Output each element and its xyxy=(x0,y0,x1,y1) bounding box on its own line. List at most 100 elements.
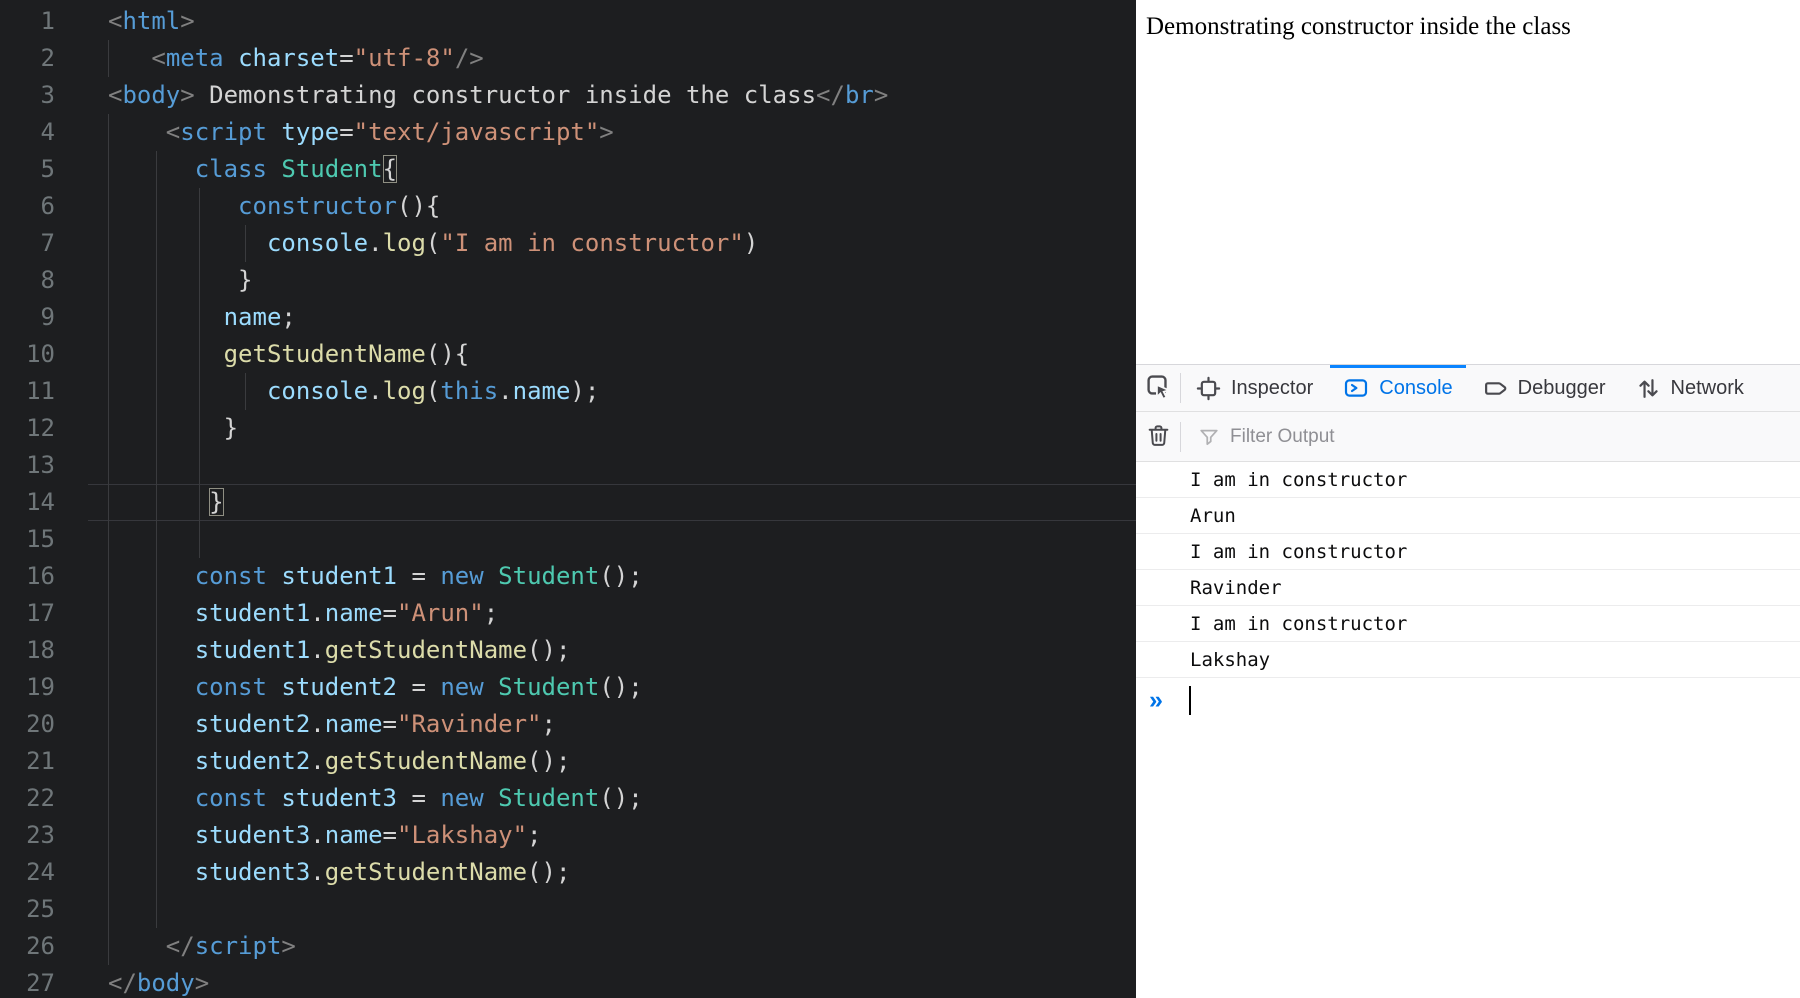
code-line-26[interactable]: 26 </script> xyxy=(0,928,1136,965)
indent-guide xyxy=(108,373,109,410)
indent-guide xyxy=(156,262,157,299)
code-line-5[interactable]: 5 class Student{ xyxy=(0,151,1136,188)
code-text: getStudentName(){ xyxy=(108,336,469,373)
code-line-17[interactable]: 17 student1.name="Arun"; xyxy=(0,595,1136,632)
code-line-6[interactable]: 6 constructor(){ xyxy=(0,188,1136,225)
indent-guide xyxy=(156,410,157,447)
line-number[interactable]: 13 xyxy=(0,447,55,484)
code-line-3[interactable]: 3<body> Demonstrating constructor inside… xyxy=(0,77,1136,114)
line-number[interactable]: 15 xyxy=(0,521,55,558)
tab-debugger[interactable]: Debugger xyxy=(1470,365,1619,411)
code-token: "text/javascript" xyxy=(354,118,600,146)
code-line-20[interactable]: 20 student2.name="Ravinder"; xyxy=(0,706,1136,743)
code-line-19[interactable]: 19 const student2 = new Student(); xyxy=(0,669,1136,706)
code-line-25[interactable]: 25 xyxy=(0,891,1136,928)
code-line-15[interactable]: 15 xyxy=(0,521,1136,558)
line-number[interactable]: 21 xyxy=(0,743,55,780)
line-number[interactable]: 11 xyxy=(0,373,55,410)
line-number[interactable]: 24 xyxy=(0,854,55,891)
line-number[interactable]: 14 xyxy=(0,484,55,521)
pick-element-button[interactable] xyxy=(1136,365,1180,411)
code-text: <script type="text/javascript"> xyxy=(108,114,614,151)
indent-guide xyxy=(108,188,109,225)
code-editor[interactable]: 1<html>2 <meta charset="utf-8"/>3<body> … xyxy=(0,0,1136,998)
code-line-4[interactable]: 4 <script type="text/javascript"> xyxy=(0,114,1136,151)
line-number[interactable]: 25 xyxy=(0,891,55,928)
code-token: new xyxy=(440,784,483,812)
code-line-18[interactable]: 18 student1.getStudentName(); xyxy=(0,632,1136,669)
tab-console[interactable]: Console xyxy=(1330,365,1465,411)
code-line-13[interactable]: 13 xyxy=(0,447,1136,484)
indent-guide xyxy=(108,484,109,521)
code-line-24[interactable]: 24 student3.getStudentName(); xyxy=(0,854,1136,891)
clear-console-button[interactable] xyxy=(1136,412,1180,461)
code-text: student1.name="Arun"; xyxy=(108,595,498,632)
code-line-22[interactable]: 22 const student3 = new Student(); xyxy=(0,780,1136,817)
line-number[interactable]: 5 xyxy=(0,151,55,188)
line-number[interactable]: 27 xyxy=(0,965,55,998)
code-token: class xyxy=(195,155,267,183)
code-line-16[interactable]: 16 const student1 = new Student(); xyxy=(0,558,1136,595)
console-input[interactable]: » xyxy=(1136,678,1800,722)
line-number[interactable]: 19 xyxy=(0,669,55,706)
indent-guide xyxy=(108,595,109,632)
code-token: getStudentName xyxy=(325,636,527,664)
line-number[interactable]: 17 xyxy=(0,595,55,632)
indent-guide xyxy=(108,225,109,262)
line-number[interactable]: 16 xyxy=(0,558,55,595)
code-token xyxy=(108,229,267,257)
line-number[interactable]: 7 xyxy=(0,225,55,262)
code-token: = xyxy=(383,710,397,738)
line-number[interactable]: 12 xyxy=(0,410,55,447)
line-number[interactable]: 8 xyxy=(0,262,55,299)
filter-output-input[interactable] xyxy=(1228,425,1712,449)
line-number[interactable]: 3 xyxy=(0,77,55,114)
line-number[interactable]: 18 xyxy=(0,632,55,669)
code-token: } xyxy=(238,266,252,294)
line-number[interactable]: 2 xyxy=(0,40,55,77)
code-line-7[interactable]: 7 console.log("I am in constructor") xyxy=(0,225,1136,262)
code-token xyxy=(108,414,224,442)
line-number[interactable]: 22 xyxy=(0,780,55,817)
indent-guide xyxy=(199,299,200,336)
code-line-12[interactable]: 12 } xyxy=(0,410,1136,447)
indent-guide xyxy=(156,854,157,891)
code-line-27[interactable]: 27</body> xyxy=(0,965,1136,998)
line-number[interactable]: 1 xyxy=(0,3,55,40)
code-line-11[interactable]: 11 console.log(this.name); xyxy=(0,373,1136,410)
code-token: const xyxy=(195,784,267,812)
console-log-row: Ravinder xyxy=(1136,570,1800,606)
line-number[interactable]: 26 xyxy=(0,928,55,965)
tab-inspector[interactable]: Inspector xyxy=(1183,365,1326,411)
indent-guide xyxy=(108,854,109,891)
line-number[interactable]: 23 xyxy=(0,817,55,854)
line-number[interactable]: 9 xyxy=(0,299,55,336)
line-number[interactable]: 10 xyxy=(0,336,55,373)
code-token: . xyxy=(310,710,324,738)
code-line-10[interactable]: 10 getStudentName(){ xyxy=(0,336,1136,373)
code-line-14[interactable]: 14 } xyxy=(0,484,1136,521)
code-line-21[interactable]: 21 student2.getStudentName(); xyxy=(0,743,1136,780)
code-token xyxy=(108,821,195,849)
code-token xyxy=(108,303,224,331)
indent-guide xyxy=(156,521,157,558)
line-number[interactable]: 4 xyxy=(0,114,55,151)
code-line-9[interactable]: 9 name; xyxy=(0,299,1136,336)
line-number[interactable]: 6 xyxy=(0,188,55,225)
code-token xyxy=(108,192,238,220)
indent-guide xyxy=(199,225,200,262)
code-token: . xyxy=(310,747,324,775)
line-number[interactable]: 20 xyxy=(0,706,55,743)
inspector-icon xyxy=(1196,376,1221,401)
code-token: script xyxy=(180,118,267,146)
code-token xyxy=(267,118,281,146)
code-line-2[interactable]: 2 <meta charset="utf-8"/> xyxy=(0,40,1136,77)
code-line-23[interactable]: 23 student3.name="Lakshay"; xyxy=(0,817,1136,854)
code-token: name xyxy=(513,377,571,405)
code-token: console xyxy=(267,377,368,405)
indent-guide xyxy=(108,40,109,77)
code-line-8[interactable]: 8 } xyxy=(0,262,1136,299)
tab-network[interactable]: Network xyxy=(1623,365,1757,411)
code-line-1[interactable]: 1<html> xyxy=(0,3,1136,40)
code-token: this xyxy=(440,377,498,405)
